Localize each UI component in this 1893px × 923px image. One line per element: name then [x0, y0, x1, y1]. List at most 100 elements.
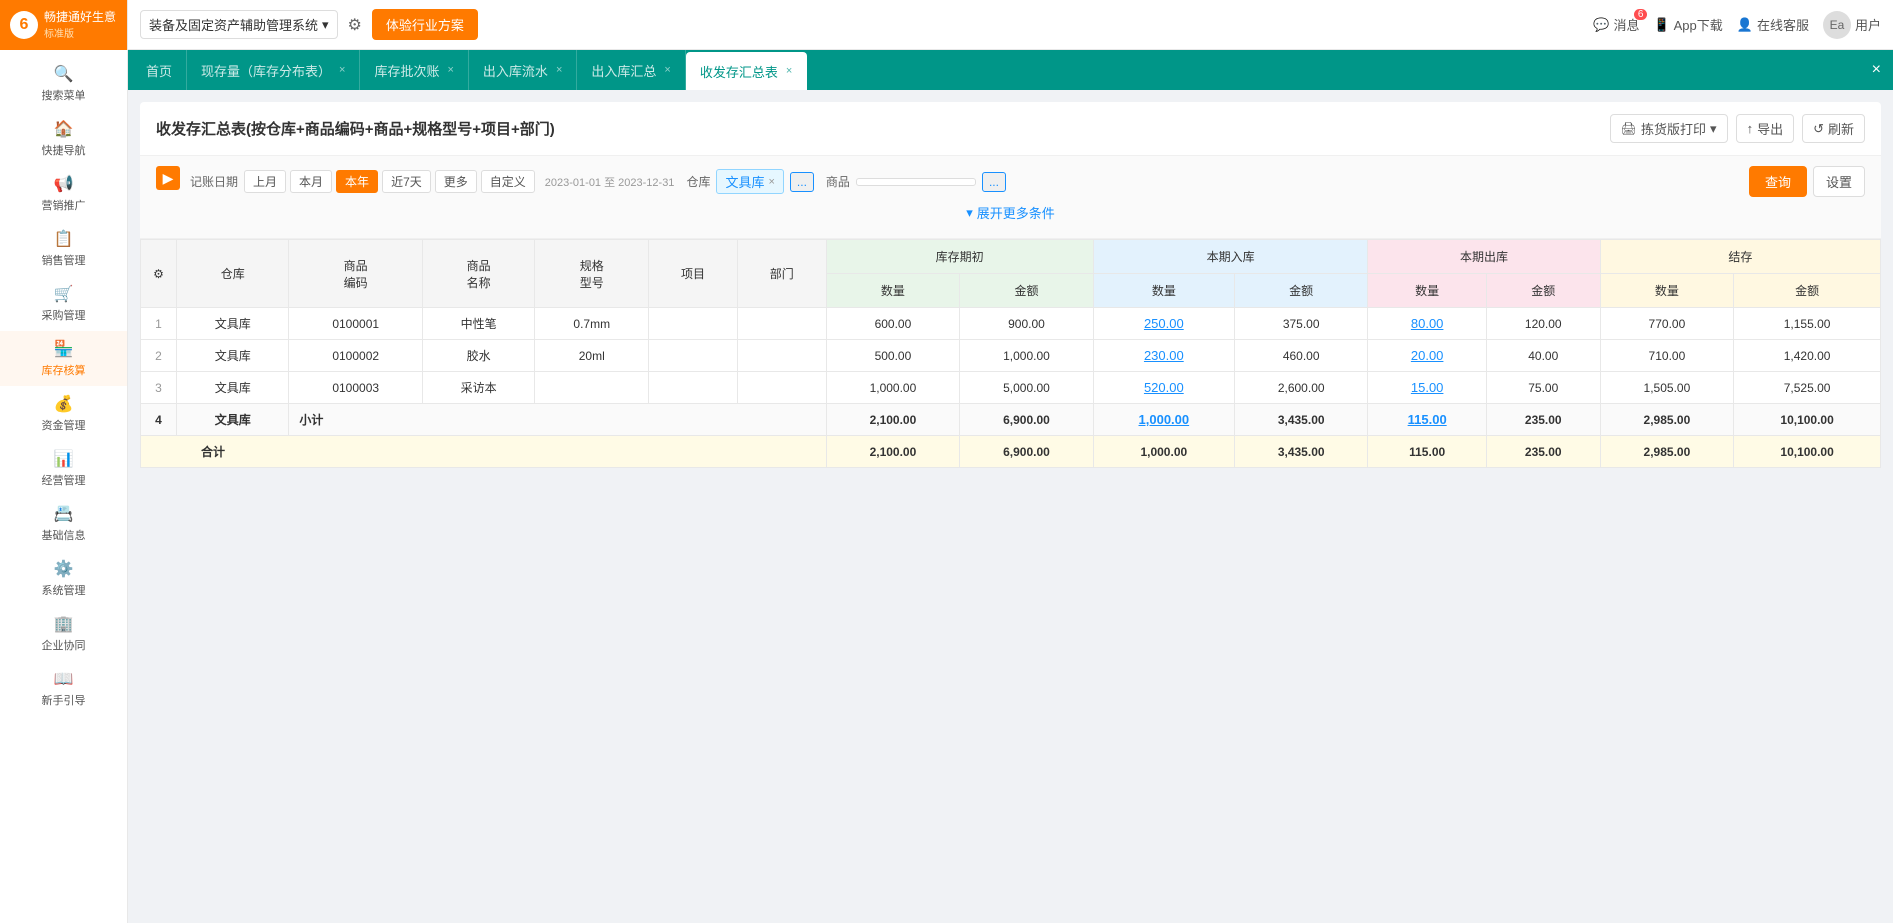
row-in-qty[interactable]: 230.00 — [1093, 340, 1234, 372]
tab-home[interactable]: 首页 — [132, 50, 187, 90]
avatar: Ea — [1823, 11, 1851, 39]
row-goods-code: 0100003 — [289, 372, 423, 404]
row-open-qty: 500.00 — [826, 340, 960, 372]
sidebar-item-purchase-label: 采购管理 — [42, 307, 86, 323]
date-btn-7days[interactable]: 近7天 — [382, 170, 431, 193]
sidebar-item-system[interactable]: ⚙️ 系统管理 — [0, 551, 127, 606]
row-in-qty[interactable]: 520.00 — [1093, 372, 1234, 404]
row-out-qty[interactable]: 15.00 — [1368, 372, 1486, 404]
sub-out-qty[interactable]: 115.00 — [1368, 404, 1486, 436]
row-end-amount: 7,525.00 — [1734, 372, 1881, 404]
page-header: 收发存汇总表(按仓库+商品编码+商品+规格型号+项目+部门) 🖨 拣货版打印 ▾… — [140, 102, 1881, 156]
row-end-qty: 710.00 — [1600, 340, 1734, 372]
tab-batch-close[interactable]: × — [447, 64, 453, 76]
tab-recv-send-summary-close[interactable]: × — [786, 65, 792, 77]
print-button[interactable]: 🖨 拣货版打印 ▾ — [1610, 114, 1728, 143]
app-download-action[interactable]: 📱 App下载 — [1653, 15, 1722, 34]
row-out-qty[interactable]: 20.00 — [1368, 340, 1486, 372]
sidebar-item-marketing[interactable]: 📢 营销推广 — [0, 166, 127, 221]
message-badge: 6 — [1634, 9, 1648, 20]
dropdown-icon: ▾ — [322, 17, 329, 33]
goods-input[interactable] — [856, 178, 976, 186]
user-menu[interactable]: Ea 用户 — [1823, 11, 1881, 39]
system-select[interactable]: 装备及固定资产辅助管理系统 ▾ — [140, 10, 338, 39]
row-out-amount: 40.00 — [1486, 340, 1600, 372]
sidebar-item-finance[interactable]: 💰 资金管理 — [0, 386, 127, 441]
settings-icon[interactable]: ⚙ — [348, 15, 362, 35]
expand-more[interactable]: ▾ 展开更多条件 — [966, 203, 1055, 222]
tab-inout-summary[interactable]: 出入库汇总 × — [577, 50, 685, 90]
tab-inout-flow-close[interactable]: × — [556, 64, 562, 76]
goods-more-button[interactable]: ... — [982, 172, 1006, 192]
row-project — [649, 308, 738, 340]
trial-button[interactable]: 体验行业方案 — [372, 9, 478, 40]
row-end-qty: 770.00 — [1600, 308, 1734, 340]
row-end-qty: 1,505.00 — [1600, 372, 1734, 404]
close-all-tabs[interactable]: × — [1864, 61, 1889, 79]
total-end-qty: 2,985.00 — [1600, 436, 1734, 468]
row-goods-code: 0100002 — [289, 340, 423, 372]
sub-warehouse: 文具库 — [177, 404, 289, 436]
sidebar-item-enterprise-label: 企业协同 — [42, 637, 86, 653]
page-title: 收发存汇总表(按仓库+商品编码+商品+规格型号+项目+部门) — [156, 118, 555, 139]
page-card: 收发存汇总表(按仓库+商品编码+商品+规格型号+项目+部门) 🖨 拣货版打印 ▾… — [140, 102, 1881, 468]
row-warehouse: 文具库 — [177, 372, 289, 404]
sidebar-item-purchase[interactable]: 🛒 采购管理 — [0, 276, 127, 331]
date-btn-this-year[interactable]: 本年 — [336, 170, 378, 193]
sidebar-item-search-label: 搜索菜单 — [42, 87, 86, 103]
sidebar-item-basic[interactable]: 📇 基础信息 — [0, 496, 127, 551]
sub-open-amount: 6,900.00 — [960, 404, 1094, 436]
sub-end-qty: 2,985.00 — [1600, 404, 1734, 436]
setting-button[interactable]: 设置 — [1813, 166, 1865, 197]
date-btn-more[interactable]: 更多 — [435, 170, 477, 193]
sidebar-item-guide[interactable]: 📖 新手引导 — [0, 661, 127, 716]
sidebar-item-guide-label: 新手引导 — [42, 692, 86, 708]
row-in-qty[interactable]: 250.00 — [1093, 308, 1234, 340]
data-table: ⚙ 仓库 商品编码 商品名称 规格型号 项目 部门 库存期初 本期入库 本期出库… — [140, 239, 1881, 468]
sidebar-item-inventory-label: 库存核算 — [42, 362, 86, 378]
sidebar-item-sales[interactable]: 📋 销售管理 — [0, 221, 127, 276]
sidebar-item-operations[interactable]: 📊 经营管理 — [0, 441, 127, 496]
search-icon: 🔍 — [54, 64, 74, 84]
row-num: 3 — [141, 372, 177, 404]
export-button[interactable]: ↑ 导出 — [1736, 114, 1795, 143]
tab-recv-send-summary[interactable]: 收发存汇总表 × — [686, 52, 807, 90]
tab-inventory-dist[interactable]: 现存量（库存分布表） × — [187, 50, 360, 90]
sidebar-item-enterprise[interactable]: 🏢 企业协同 — [0, 606, 127, 661]
date-range: 2023-01-01 至 2023-12-31 — [545, 174, 675, 190]
row-num: 1 — [141, 308, 177, 340]
row-in-amount: 375.00 — [1234, 308, 1368, 340]
row-open-amount: 1,000.00 — [960, 340, 1094, 372]
filter-toggle-button[interactable]: ▶ — [156, 166, 180, 190]
sidebar-item-search[interactable]: 🔍 搜索菜单 — [0, 56, 127, 111]
message-action[interactable]: 💬 消息 6 — [1593, 15, 1639, 34]
th-goods-name: 商品名称 — [422, 240, 534, 308]
th-settings[interactable]: ⚙ — [141, 240, 177, 308]
date-btn-custom[interactable]: 自定义 — [481, 170, 535, 193]
sub-in-qty[interactable]: 1,000.00 — [1093, 404, 1234, 436]
app-download-label: App下载 — [1674, 15, 1723, 34]
date-btn-this-month[interactable]: 本月 — [290, 170, 332, 193]
tab-batch-label: 库存批次账 — [374, 61, 439, 80]
online-service-action[interactable]: 👤 在线客服 — [1737, 15, 1809, 34]
query-button[interactable]: 查询 — [1749, 166, 1807, 197]
tab-inout-summary-close[interactable]: × — [664, 64, 670, 76]
tab-batch[interactable]: 库存批次账 × — [360, 50, 468, 90]
th-goods-code: 商品编码 — [289, 240, 423, 308]
tab-inout-summary-label: 出入库汇总 — [591, 61, 656, 80]
warehouse-tag-close[interactable]: × — [768, 176, 774, 188]
online-service-label: 在线客服 — [1757, 15, 1809, 34]
sidebar-item-inventory[interactable]: 🏪 库存核算 — [0, 331, 127, 386]
warehouse-more-button[interactable]: ... — [790, 172, 814, 192]
tab-inventory-dist-close[interactable]: × — [339, 64, 345, 76]
row-in-amount: 2,600.00 — [1234, 372, 1368, 404]
th-in-group: 本期入库 — [1093, 240, 1368, 274]
sidebar-item-quicknav[interactable]: 🏠 快捷导航 — [0, 111, 127, 166]
refresh-button[interactable]: ↺ 刷新 — [1802, 114, 1865, 143]
finance-icon: 💰 — [54, 394, 74, 414]
message-icon: 💬 — [1593, 17, 1609, 33]
tab-inout-flow[interactable]: 出入库流水 × — [469, 50, 577, 90]
date-btn-last-month[interactable]: 上月 — [244, 170, 286, 193]
th-dept: 部门 — [737, 240, 826, 308]
row-out-qty[interactable]: 80.00 — [1368, 308, 1486, 340]
